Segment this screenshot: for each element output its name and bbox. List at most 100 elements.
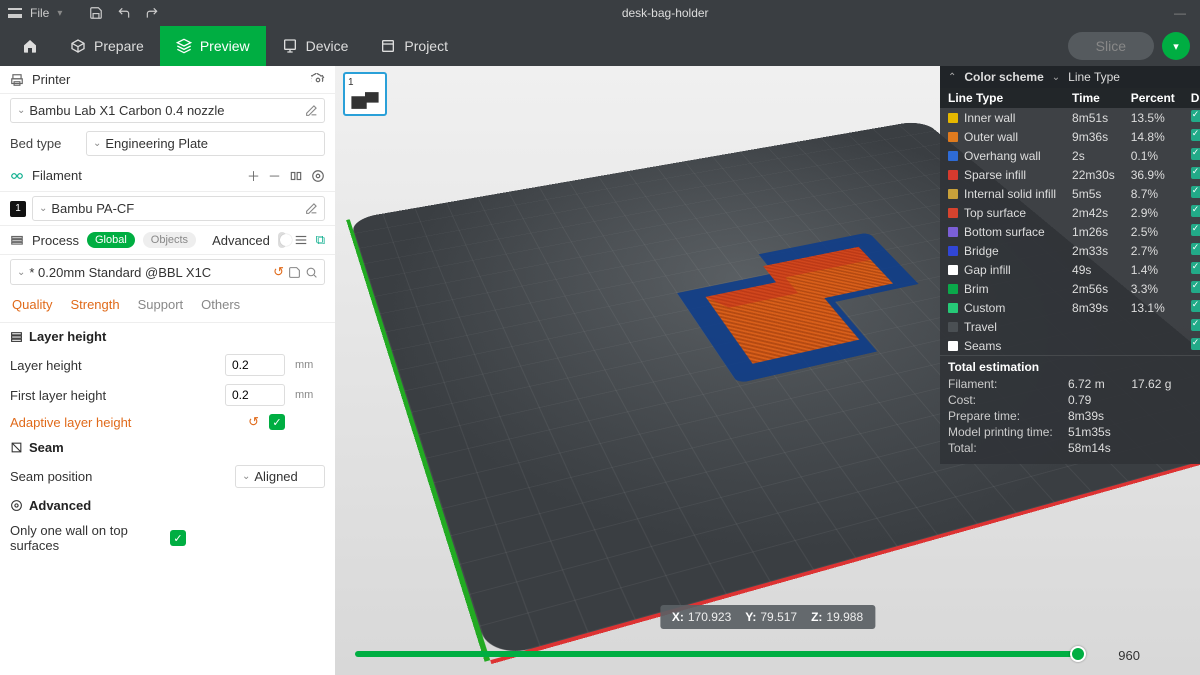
save-icon[interactable] (288, 266, 301, 279)
legend-visible-checkbox[interactable] (1191, 167, 1200, 179)
legend-panel: ⌃ Color scheme ⌄ Line Type Line Type Tim… (940, 66, 1200, 464)
legend-row[interactable]: Brim2m56s3.3% (940, 279, 1200, 298)
list-icon[interactable] (294, 233, 308, 247)
reset-icon[interactable]: ↺ (273, 264, 284, 280)
pill-global[interactable]: Global (87, 232, 135, 248)
plate-thumbnail[interactable]: 1 (343, 72, 387, 116)
tab-strength[interactable]: Strength (70, 297, 119, 316)
reset-icon[interactable]: ↺ (248, 414, 259, 430)
legend-swatch (948, 322, 958, 332)
legend-visible-checkbox[interactable] (1191, 205, 1200, 217)
printer-select[interactable]: ⌄ Bambu Lab X1 Carbon 0.4 nozzle (10, 98, 325, 123)
legend-row[interactable]: Outer wall9m36s14.8% (940, 127, 1200, 146)
compare-icon[interactable]: ⧉ (316, 232, 325, 248)
legend-visible-checkbox[interactable] (1191, 148, 1200, 160)
redo-icon[interactable] (142, 3, 162, 23)
chevron-down-icon[interactable]: ▾ (57, 8, 62, 19)
tab-project-label: Project (404, 38, 448, 54)
tab-project[interactable]: Project (364, 26, 464, 66)
layer-max-label: 960 (1118, 648, 1140, 663)
legend-row[interactable]: Top surface2m42s2.9% (940, 203, 1200, 222)
legend-visible-checkbox[interactable] (1191, 186, 1200, 198)
legend-visible-checkbox[interactable] (1191, 129, 1200, 141)
advanced-toggle[interactable] (278, 232, 286, 248)
unit-mm: mm (295, 359, 325, 371)
tab-prepare[interactable]: Prepare (54, 26, 160, 66)
gear-icon[interactable] (311, 169, 325, 183)
col-display: Displa (1183, 88, 1200, 108)
legend-visible-checkbox[interactable] (1191, 224, 1200, 236)
legend-row[interactable]: Sparse infill22m30s36.9% (940, 165, 1200, 184)
tab-home[interactable] (6, 26, 54, 66)
printer-value: Bambu Lab X1 Carbon 0.4 nozzle (29, 103, 224, 118)
slice-button[interactable]: Slice (1068, 32, 1154, 60)
param-one-wall-checkbox[interactable]: ✓ (170, 530, 186, 546)
tab-quality[interactable]: Quality (12, 297, 52, 316)
slice-dropdown[interactable]: ▾ (1162, 32, 1190, 60)
legend-visible-checkbox[interactable] (1191, 110, 1200, 122)
layer-slider[interactable] (355, 651, 1080, 657)
sidebar: Printer ⌄ Bambu Lab X1 Carbon 0.4 nozzle… (0, 66, 335, 675)
legend-visible-checkbox[interactable] (1191, 338, 1200, 350)
plus-icon[interactable]: ＋ (247, 166, 260, 185)
filament-slot-chip[interactable]: 1 (10, 201, 26, 217)
legend-row[interactable]: Internal solid infill5m5s8.7% (940, 184, 1200, 203)
legend-swatch (948, 189, 958, 199)
param-seam-pos-select[interactable]: ⌄ Aligned (235, 465, 325, 488)
legend-visible-checkbox[interactable] (1191, 262, 1200, 274)
file-menu[interactable]: File (30, 6, 49, 20)
legend-row[interactable]: Overhang wall2s0.1% (940, 146, 1200, 165)
gear-icon[interactable] (311, 73, 325, 87)
param-seam-pos-label: Seam position (10, 469, 225, 484)
main-tabs: Prepare Preview Device Project Slice ▾ (0, 26, 1200, 66)
minimize-icon[interactable]: — (1160, 6, 1200, 20)
filament-label: Filament (32, 168, 239, 183)
edit-icon[interactable] (305, 104, 318, 117)
filament-select[interactable]: ⌄ Bambu PA-CF (32, 196, 325, 221)
param-adaptive-label: Adaptive layer height (10, 415, 238, 430)
edit-icon[interactable] (305, 202, 318, 215)
tab-others[interactable]: Others (201, 297, 240, 316)
param-layer-height-input[interactable] (225, 354, 285, 376)
save-icon[interactable] (86, 3, 106, 23)
pill-objects[interactable]: Objects (143, 232, 196, 248)
legend-visible-checkbox[interactable] (1191, 281, 1200, 293)
legend-visible-checkbox[interactable] (1191, 243, 1200, 255)
chevron-down-icon[interactable]: ⌄ (1052, 72, 1060, 83)
param-layer-height-label: Layer height (10, 358, 215, 373)
tab-device[interactable]: Device (266, 26, 365, 66)
tab-support[interactable]: Support (138, 297, 184, 316)
tab-preview[interactable]: Preview (160, 26, 266, 66)
legend-row[interactable]: Seams (940, 336, 1200, 355)
y-axis (346, 219, 490, 661)
undo-icon[interactable] (114, 3, 134, 23)
legend-row[interactable]: Bridge2m33s2.7% (940, 241, 1200, 260)
search-icon[interactable] (305, 266, 318, 279)
sliced-model (680, 240, 945, 372)
titlebar: File ▾ desk-bag-holder — (0, 0, 1200, 26)
param-adaptive-checkbox[interactable]: ✓ (269, 414, 285, 430)
legend-row[interactable]: Inner wall8m51s13.5% (940, 108, 1200, 127)
legend-row[interactable]: Custom8m39s13.1% (940, 298, 1200, 317)
legend-swatch (948, 265, 958, 275)
legend-row[interactable]: Gap infill49s1.4% (940, 260, 1200, 279)
hamburger-icon[interactable] (8, 8, 22, 18)
legend-visible-checkbox[interactable] (1191, 300, 1200, 312)
filament-value: Bambu PA-CF (51, 201, 134, 216)
process-icon (10, 233, 24, 247)
project-icon (380, 38, 396, 54)
legend-visible-checkbox[interactable] (1191, 319, 1200, 331)
layer-slider-knob[interactable] (1070, 646, 1086, 662)
param-first-layer-input[interactable] (225, 384, 285, 406)
bedtype-select[interactable]: ⌄ Engineering Plate (86, 131, 325, 156)
legend-row[interactable]: Bottom surface1m26s2.5% (940, 222, 1200, 241)
color-scheme-value[interactable]: Line Type (1068, 70, 1120, 84)
viewport-3d[interactable]: 1 X:170.923 Y:79.517 Z:19.988 960 ⌃ C (335, 66, 1200, 675)
minus-icon[interactable]: － (268, 166, 281, 185)
plate-mini-preview (348, 90, 382, 111)
collapse-icon[interactable]: ⌃ (948, 72, 956, 83)
sync-icon[interactable] (289, 169, 303, 183)
legend-row[interactable]: Travel (940, 317, 1200, 336)
process-preset-select[interactable]: ⌄ * 0.20mm Standard @BBL X1C ↺ (10, 259, 325, 285)
legend-swatch (948, 170, 958, 180)
